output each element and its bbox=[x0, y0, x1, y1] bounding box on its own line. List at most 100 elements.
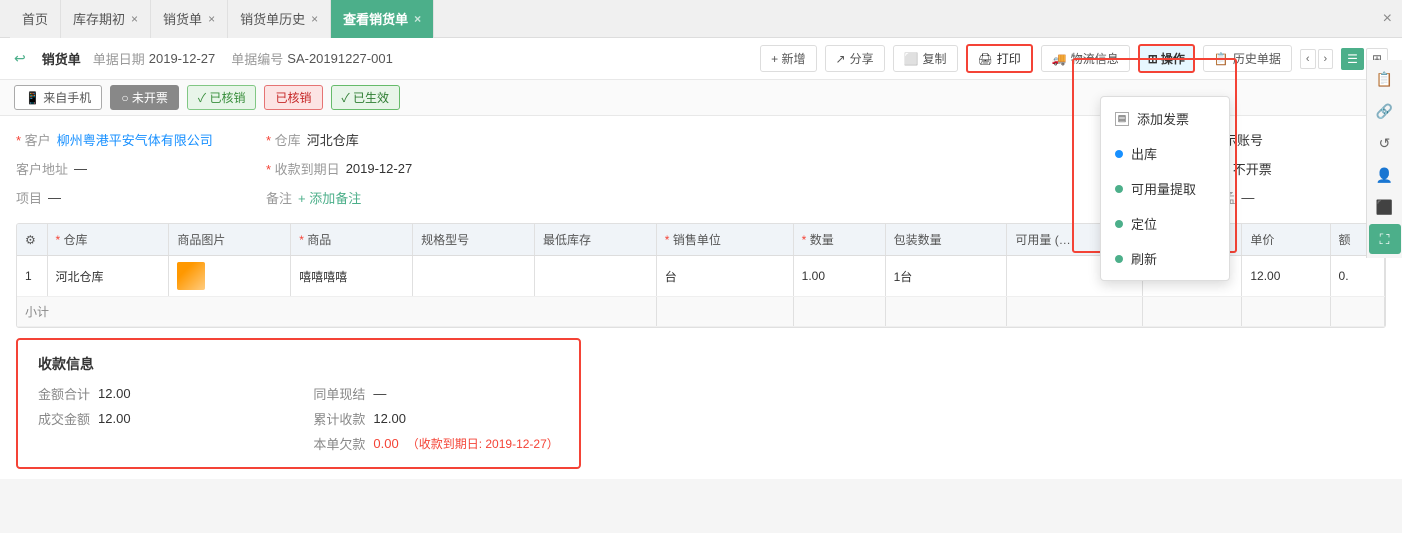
subtotal-stock bbox=[1143, 297, 1242, 327]
th-product: * 商品 bbox=[291, 224, 413, 256]
next-arrow[interactable]: › bbox=[1318, 49, 1334, 69]
doc-icon: ↩ bbox=[14, 50, 26, 67]
customer-value[interactable]: 柳州粤港平安气体有限公司 bbox=[57, 130, 213, 149]
number-value: SA-20191227-001 bbox=[287, 51, 393, 66]
subtotal-qty bbox=[793, 297, 885, 327]
doc-meta: 单据日期 2019-12-27 单据编号 SA-20191227-001 bbox=[93, 49, 393, 68]
due-date-value: 2019-12-27 bbox=[346, 161, 413, 176]
print-button[interactable]: 🖨 打印 bbox=[966, 44, 1033, 73]
project-label: 项目 bbox=[16, 188, 42, 207]
tab-view-sales[interactable]: 查看销货单 × bbox=[331, 0, 434, 38]
prev-arrow[interactable]: ‹ bbox=[1300, 49, 1316, 69]
ops-button[interactable]: ⊞ 操作 bbox=[1138, 44, 1195, 73]
sidebar-expand-icon[interactable]: ⛶ bbox=[1369, 224, 1401, 254]
dropdown-outbound[interactable]: 出库 bbox=[1101, 136, 1229, 171]
cell-price: 12.00 bbox=[1242, 256, 1330, 297]
locate-dot-icon bbox=[1115, 220, 1123, 228]
share-button[interactable]: ↗ 分享 bbox=[825, 45, 885, 72]
sidebar-link-icon[interactable]: 🔗 bbox=[1369, 96, 1401, 126]
add-invoice-icon: ▤ bbox=[1115, 112, 1129, 126]
logistics-icon: 🚚 bbox=[1052, 52, 1067, 66]
th-unit: * 销售单位 bbox=[656, 224, 793, 256]
status-effective[interactable]: ✓ 已生效 bbox=[331, 85, 401, 110]
close-inventory-init[interactable]: × bbox=[131, 12, 138, 26]
cell-seq: 1 bbox=[17, 256, 47, 297]
th-image: 商品图片 bbox=[169, 224, 291, 256]
same-order-label: 同单现结 bbox=[313, 384, 365, 403]
owe-value: 0.00 bbox=[373, 436, 398, 451]
sidebar-doc-icon[interactable]: 📋 bbox=[1369, 64, 1401, 94]
payment-same-order-row: 同单现结 — bbox=[313, 384, 558, 403]
customer-field: 客户 柳州粤港平安气体有限公司 bbox=[16, 130, 236, 149]
tab-sales-order[interactable]: 销货单 × bbox=[151, 0, 228, 38]
cell-amount: 0. bbox=[1330, 256, 1384, 297]
sidebar-user-icon[interactable]: 👤 bbox=[1369, 160, 1401, 190]
address-value: — bbox=[74, 161, 87, 176]
tab-bar: 首页 库存期初 × 销货单 × 销货单历史 × 查看销货单 × × bbox=[0, 0, 1402, 38]
tab-home[interactable]: 首页 bbox=[10, 0, 61, 38]
copy-icon: ⬜ bbox=[904, 52, 919, 66]
payment-cumulative-row: 累计收款 12.00 bbox=[313, 409, 558, 428]
history-button[interactable]: 📋 历史单据 bbox=[1203, 45, 1292, 72]
dropdown-available-extract[interactable]: 可用量提取 bbox=[1101, 171, 1229, 206]
status-phone[interactable]: 📱 来自手机 bbox=[14, 85, 102, 110]
sidebar-refresh-icon[interactable]: ↺ bbox=[1369, 128, 1401, 158]
customer-label: 客户 bbox=[16, 130, 51, 149]
th-pack-qty: 包装数量 bbox=[885, 224, 1007, 256]
close-view-sales[interactable]: × bbox=[414, 12, 421, 26]
th-price: 单价 bbox=[1242, 224, 1330, 256]
dropdown-add-invoice[interactable]: ▤ 添加发票 bbox=[1101, 101, 1229, 136]
payment-deal-row: 成交金额 12.00 bbox=[38, 409, 283, 428]
address-field: 客户地址 — bbox=[16, 159, 236, 178]
cell-product: 嘻嘻嘻嘻 bbox=[291, 256, 413, 297]
new-button[interactable]: + 新增 bbox=[760, 45, 816, 72]
tab-bar-right: × bbox=[1383, 10, 1392, 28]
remark-label: 备注 bbox=[266, 188, 292, 207]
payment-title: 收款信息 bbox=[38, 354, 559, 374]
close-sales-order[interactable]: × bbox=[208, 12, 215, 26]
same-order-value: — bbox=[373, 386, 386, 401]
share-icon: ↗ bbox=[836, 52, 846, 66]
toolbar-actions: + 新增 ↗ 分享 ⬜ 复制 🖨 打印 🚚 物流信息 ⊞ 操作 � bbox=[760, 44, 1388, 73]
logistics-button[interactable]: 🚚 物流信息 bbox=[1041, 45, 1130, 72]
number-label: 单据编号 bbox=[231, 49, 283, 68]
tab-sales-history[interactable]: 销货单历史 × bbox=[228, 0, 331, 38]
close-all-tabs[interactable]: × bbox=[1383, 10, 1392, 27]
doc-toolbar: ↩ 销货单 单据日期 2019-12-27 单据编号 SA-20191227-0… bbox=[0, 38, 1402, 80]
cell-warehouse: 河北仓库 bbox=[47, 256, 169, 297]
sidebar-block-icon[interactable]: ⬛ bbox=[1369, 192, 1401, 222]
status-revoked[interactable]: 已核销 bbox=[264, 85, 322, 110]
total-label: 金额合计 bbox=[38, 384, 90, 403]
subtotal-price bbox=[1242, 297, 1330, 327]
copy-button[interactable]: ⬜ 复制 bbox=[893, 45, 958, 72]
due-date-label: 收款到期日 bbox=[266, 159, 340, 178]
close-sales-history[interactable]: × bbox=[311, 12, 318, 26]
status-complete[interactable]: ✓ 已核销 bbox=[187, 85, 257, 110]
subtotal-unit bbox=[656, 297, 793, 327]
dropdown-refresh[interactable]: 刷新 bbox=[1101, 241, 1229, 276]
remark-add[interactable]: + 添加备注 bbox=[298, 188, 361, 207]
print-icon: 🖨 bbox=[978, 52, 993, 66]
th-quantity: * 数量 bbox=[793, 224, 885, 256]
warehouse-label: 仓库 bbox=[266, 130, 301, 149]
check-icon: ✓ bbox=[198, 91, 206, 105]
project-field: 项目 — bbox=[16, 188, 236, 207]
th-setting: ⚙ bbox=[17, 224, 47, 256]
owe-note: （收款到期日: 2019-12-27） bbox=[407, 435, 559, 452]
payment-info: 收款信息 金额合计 12.00 同单现结 — 成交金额 12.00 累计收款 1… bbox=[16, 338, 581, 469]
cell-image bbox=[169, 256, 291, 297]
subtotal-row: 小计 bbox=[17, 297, 1385, 327]
tab-inventory-init[interactable]: 库存期初 × bbox=[61, 0, 151, 38]
dropdown-locate[interactable]: 定位 bbox=[1101, 206, 1229, 241]
cell-spec bbox=[413, 256, 535, 297]
available-extract-dot-icon bbox=[1115, 185, 1123, 193]
list-view-btn[interactable]: ☰ bbox=[1341, 48, 1364, 70]
outbound-dot-icon bbox=[1115, 150, 1123, 158]
project-value: — bbox=[48, 190, 61, 205]
status-not-open[interactable]: ○ 未开票 bbox=[110, 85, 179, 110]
address-label: 客户地址 bbox=[16, 159, 68, 178]
date-label: 单据日期 bbox=[93, 49, 145, 68]
check-circle-icon: ✓ bbox=[342, 91, 350, 105]
cumulative-label: 累计收款 bbox=[313, 409, 365, 428]
deal-label: 成交金额 bbox=[38, 409, 90, 428]
